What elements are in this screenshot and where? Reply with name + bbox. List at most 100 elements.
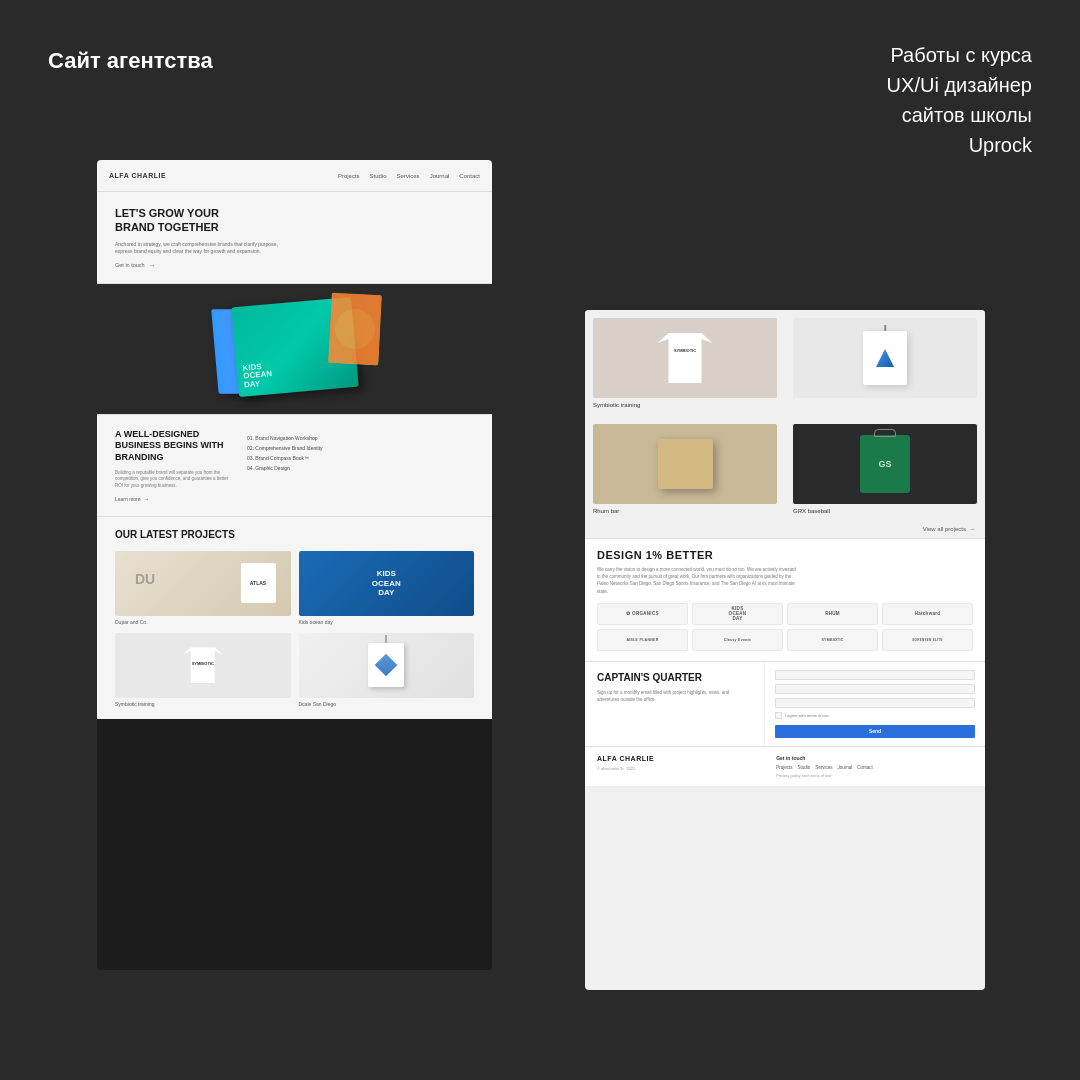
captains-left: CAPTAIN'S QUARTER Sign up for a monthly …: [585, 662, 765, 746]
portfolio-item-rhum[interactable]: Rhum bar: [585, 416, 785, 522]
latest-projects-section: OUR LATEST PROJECTS ATLAS Dupar and Co.: [97, 517, 492, 719]
portfolio-img-tag: [793, 318, 977, 398]
shirt-visual: SYMBIOTIC: [115, 633, 291, 698]
submit-button[interactable]: Send: [775, 725, 975, 738]
nav-link-services[interactable]: Services: [397, 173, 420, 179]
logo-item-symbiotic: SYMBIOTIC: [787, 629, 878, 651]
left-nav: ALFA CHARLIE Projects Studio Services Jo…: [97, 160, 492, 192]
hero-section: LET'S GROW YOUR BRAND TOGETHER Anchored …: [97, 192, 492, 284]
logo-item-classy: Classy Events: [692, 629, 783, 651]
logo-item-hatchward: Hatchward: [882, 603, 973, 625]
tag-diamond: [375, 654, 398, 677]
service-item-3: 03. Brand Compass Book™: [247, 453, 474, 463]
right-mockup-panel: SYMBIOTIC Symbiotic training: [585, 310, 985, 990]
rp-bag-shape: GS: [860, 435, 910, 493]
project-img-shirt: SYMBIOTIC: [115, 633, 291, 698]
project-img-dupar: ATLAS: [115, 551, 291, 616]
hero-cta[interactable]: Get in touch: [115, 262, 474, 269]
footer-link-projects[interactable]: Projects: [776, 765, 792, 770]
nav-link-projects[interactable]: Projects: [338, 173, 360, 179]
logo-item-kids: KIDSOCEANDAY: [692, 603, 783, 625]
book-visual: KIDSOCEANDAY: [205, 294, 385, 404]
form-project-input[interactable]: [775, 698, 975, 708]
rp-box-visual: [593, 424, 777, 504]
portfolio-item-tag[interactable]: [785, 310, 985, 416]
footer-copyright: © alfacharlie llc. 2022: [597, 766, 766, 771]
nav-link-studio[interactable]: Studio: [370, 173, 387, 179]
footer-get-in-touch: Get in touch: [776, 755, 973, 761]
rp-bag-visual: GS: [793, 424, 977, 504]
tag-string: [386, 635, 387, 643]
portfolio-item-shirt[interactable]: SYMBIOTIC Symbiotic training: [585, 310, 785, 416]
submit-button-label: Send: [869, 728, 881, 734]
rp-bag-logo-text: GS: [878, 459, 891, 469]
footer-logo: ALFA CHARLIE: [597, 755, 766, 762]
design-section: DESIGN 1% BETTER We carry the vision to …: [585, 538, 985, 661]
captains-section: CAPTAIN'S QUARTER Sign up for a monthly …: [585, 661, 985, 746]
project-item-shirt[interactable]: SYMBIOTIC Symbiotic training: [115, 633, 291, 707]
form-email-input[interactable]: [775, 684, 975, 694]
rp-shirt-visual: SYMBIOTIC: [593, 318, 777, 398]
checkbox-label: I agree with terms of use: [785, 713, 829, 718]
project-label-dcale: Dcale San Diego: [299, 701, 475, 707]
rp-shirt-shape: [658, 333, 713, 383]
form-checkbox[interactable]: [775, 712, 782, 719]
branding-title: A WELL-DESIGNED BUSINESS BEGINS WITH BRA…: [115, 429, 235, 464]
nav-link-journal[interactable]: Journal: [430, 173, 450, 179]
projects-grid: ATLAS Dupar and Co. KIDSOCEANDAY Kids oc…: [115, 551, 474, 707]
footer-link-studio[interactable]: Studio: [797, 765, 810, 770]
footer-link-contact[interactable]: Contact: [857, 765, 873, 770]
portfolio-item-grx[interactable]: GS GRX baseball: [785, 416, 985, 522]
logo-item-rhum: RHUM: [787, 603, 878, 625]
portfolio-grid: SYMBIOTIC Symbiotic training: [585, 310, 985, 522]
services-list: 01. Brand Navigation Workshop 02. Compre…: [247, 433, 474, 473]
branding-cta[interactable]: Learn more: [115, 496, 235, 502]
service-item-4: 04. Graphic Design: [247, 463, 474, 473]
footer-section: ALFA CHARLIE © alfacharlie llc. 2022 Get…: [585, 746, 985, 786]
project-item-dupar[interactable]: ATLAS Dupar and Co.: [115, 551, 291, 625]
page-title-right: Работы с курса UX/Ui дизайнер сайтов шко…: [887, 40, 1032, 160]
project-item-kids[interactable]: KIDSOCEANDAY Kids ocean day: [299, 551, 475, 625]
project-img-kids: KIDSOCEANDAY: [299, 551, 475, 616]
dupar-bag: ATLAS: [241, 563, 276, 603]
left-mockup-panel: ALFA CHARLIE Projects Studio Services Jo…: [97, 160, 492, 970]
project-label-kids: Kids ocean day: [299, 619, 475, 625]
branding-left: A WELL-DESIGNED BUSINESS BEGINS WITH BRA…: [115, 429, 235, 502]
footer-link-services[interactable]: Services: [815, 765, 832, 770]
captains-title: CAPTAIN'S QUARTER: [597, 672, 752, 684]
view-all-projects[interactable]: View all projects: [585, 522, 985, 538]
branding-right: 01. Brand Navigation Workshop 02. Compre…: [247, 429, 474, 502]
projects-title: OUR LATEST PROJECTS: [115, 529, 474, 541]
logos-grid: ✿ ORGANICS KIDSOCEANDAY RHUM Hatchward A…: [597, 603, 973, 651]
portfolio-img-shirt: SYMBIOTIC: [593, 318, 777, 398]
captains-form: I agree with terms of use Send: [765, 662, 985, 746]
logo-item-organics: ✿ ORGANICS: [597, 603, 688, 625]
portfolio-label-rhum: Rhum bar: [593, 508, 777, 514]
page-title-left: Сайт агентства: [48, 48, 213, 74]
nav-link-contact[interactable]: Contact: [459, 173, 480, 179]
tag-shape: [368, 643, 404, 687]
design-title: DESIGN 1% BETTER: [597, 549, 973, 561]
project-item-dcale[interactable]: Dcale San Diego: [299, 633, 475, 707]
branding-body: Building a reputable brand will separate…: [115, 470, 235, 490]
portfolio-label-shirt: Symbiotic training: [593, 402, 777, 408]
rp-tag-triangle: [876, 349, 894, 367]
service-item-1: 01. Brand Navigation Workshop: [247, 433, 474, 443]
dcale-visual: [299, 633, 475, 698]
footer-privacy[interactable]: Privacy policy and terms of use: [776, 773, 973, 778]
project-img-dcale: [299, 633, 475, 698]
footer-link-journal[interactable]: Journal: [837, 765, 852, 770]
logo-item-aisle: AISLE PLANNER: [597, 629, 688, 651]
portfolio-img-rhum: [593, 424, 777, 504]
footer-links: Projects Studio Services Journal Contact: [776, 765, 973, 770]
rp-tag-visual: [793, 318, 977, 398]
project-label-dupar: Dupar and Co.: [115, 619, 291, 625]
form-name-input[interactable]: [775, 670, 975, 680]
portfolio-img-grx: GS: [793, 424, 977, 504]
rp-box-shape: [658, 439, 713, 489]
book-image-section: KIDSOCEANDAY: [97, 284, 492, 414]
hero-title: LET'S GROW YOUR BRAND TOGETHER: [115, 206, 235, 235]
form-checkbox-row: I agree with terms of use: [775, 712, 975, 719]
footer-right: Get in touch Projects Studio Services Jo…: [776, 755, 973, 778]
project-label-shirt: Symbiotic training: [115, 701, 291, 707]
